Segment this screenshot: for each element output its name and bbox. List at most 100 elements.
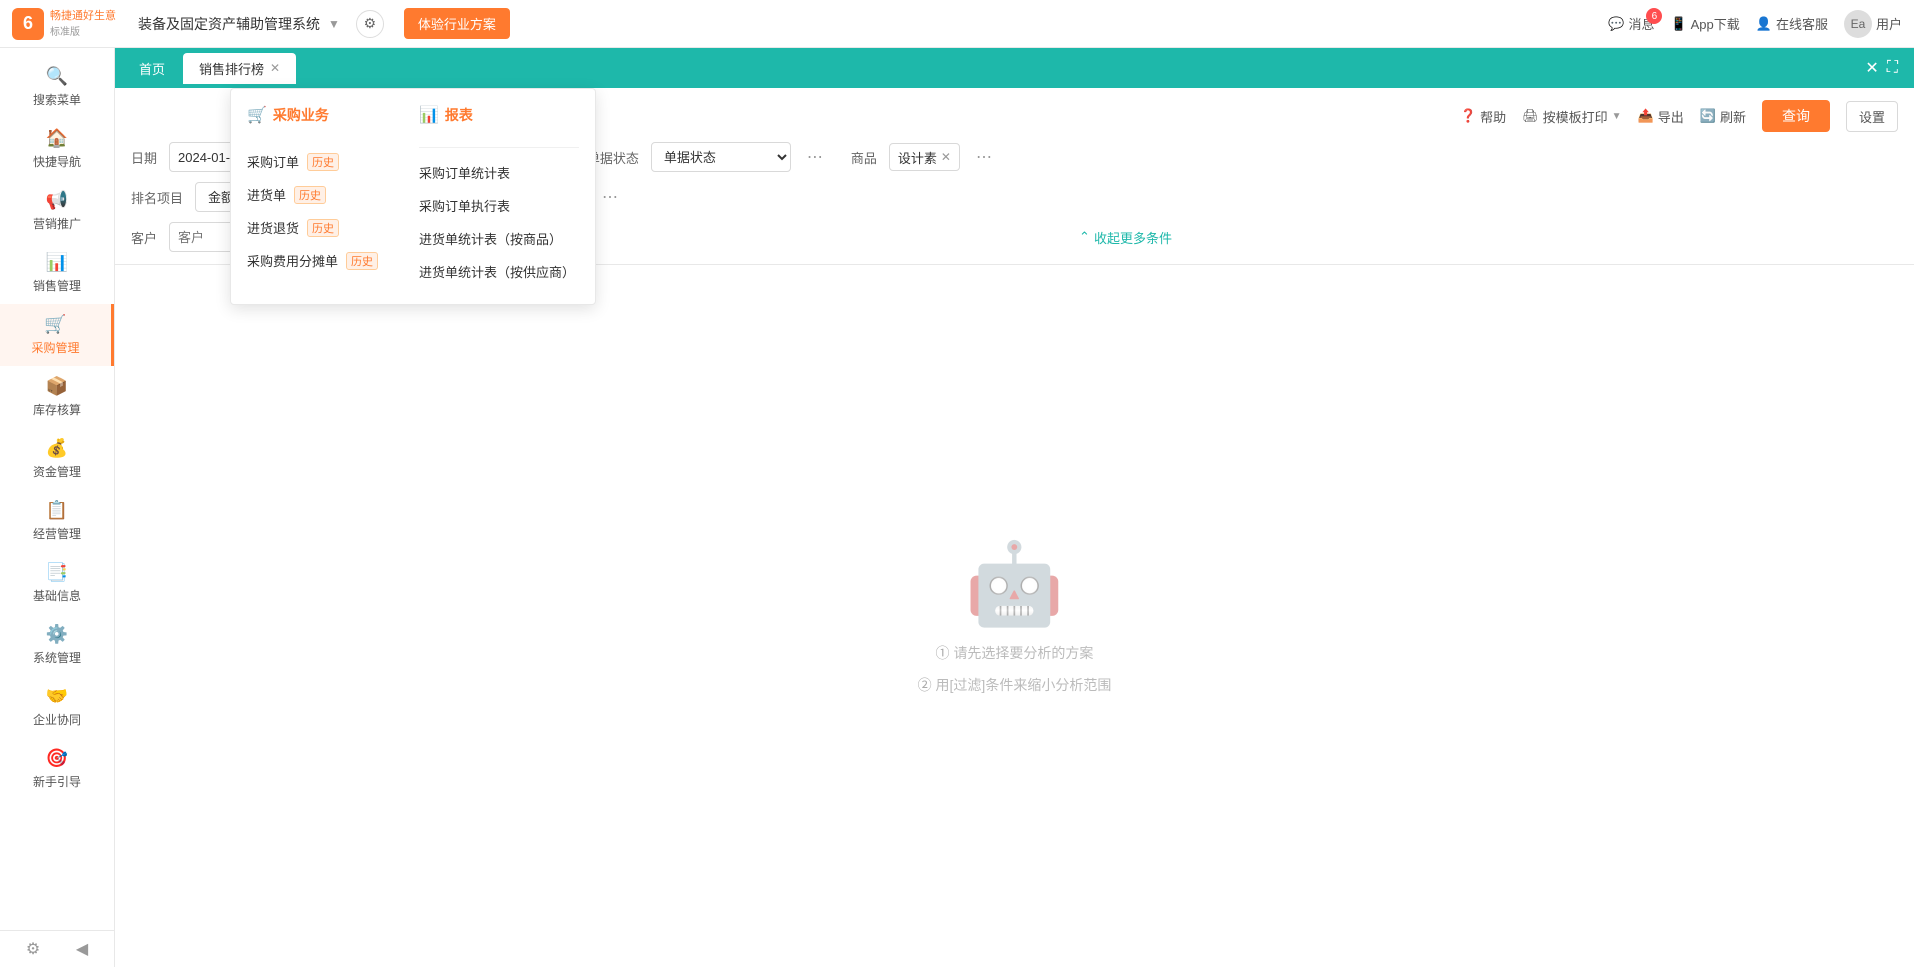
print-label: 按模板打印 xyxy=(1543,107,1608,126)
sidebar-item-newbie[interactable]: 🎯 新手引导 xyxy=(0,738,114,800)
purchase-col-title-label: 采购业务 xyxy=(273,105,329,125)
search-icon: 🔍 xyxy=(46,66,68,87)
sales-icon: 📊 xyxy=(46,252,68,273)
dropdown-purchase-title: 🛒 采购业务 xyxy=(247,105,387,133)
print-dropdown-icon[interactable]: ▼ xyxy=(1612,111,1622,122)
history-badge-1: 历史 xyxy=(307,153,339,171)
message-badge: 6 xyxy=(1646,8,1662,24)
user-label: 用户 xyxy=(1876,14,1902,33)
empty-state: 🤖 ① 请先选择要分析的方案 ② 用[过滤]条件来缩小分析范围 xyxy=(115,265,1914,967)
message-item[interactable]: 💬 消息 6 xyxy=(1608,14,1654,33)
dropdown-item-label-purchase-return: 进货退货 xyxy=(247,218,299,237)
refresh-btn[interactable]: 🔄 刷新 xyxy=(1700,107,1746,126)
top-header: 6 畅捷通好生意 标准版 装备及固定资产辅助管理系统 ▼ ⚙ 体验行业方案 💬 … xyxy=(0,0,1914,48)
sidebar-item-quicknav[interactable]: 🏠 快捷导航 xyxy=(0,118,114,180)
dropdown-purchase-col: 🛒 采购业务 采购订单 历史 进货单 历史 进货退货 历史 采购费用分摊单 xyxy=(247,105,387,288)
dropdown-item-purchase-order[interactable]: 采购订单 历史 xyxy=(247,145,387,178)
sidebar-item-basic[interactable]: 📑 基础信息 xyxy=(0,552,114,614)
goods-filter-label: 商品 xyxy=(851,148,877,167)
sidebar-label-inventory: 库存核算 xyxy=(33,401,81,418)
history-badge-2: 历史 xyxy=(294,186,326,204)
dropdown-menu: 🛒 采购业务 采购订单 历史 进货单 历史 进货退货 历史 采购费用分摊单 xyxy=(230,88,596,305)
dropdown-item-label-purchase-in: 进货单 xyxy=(247,185,286,204)
export-icon: 📤 xyxy=(1638,108,1654,124)
purchase-menu-icon: 🛒 xyxy=(247,105,267,125)
main-layout: 🔍 搜索菜单 🏠 快捷导航 📢 营销推广 📊 销售管理 🛒 采购管理 📦 库存核… xyxy=(0,48,1914,967)
sidebar-item-finance[interactable]: 💰 资金管理 xyxy=(0,428,114,490)
newbie-icon: 🎯 xyxy=(46,748,68,769)
status-filter-dots[interactable]: ⋯ xyxy=(807,147,823,167)
system-title: 装备及固定资产辅助管理系统 xyxy=(138,14,320,34)
sidebar-item-enterprise[interactable]: 🤝 企业协同 xyxy=(0,676,114,738)
collapse-btn[interactable]: ⌃ 收起更多条件 xyxy=(1079,228,1172,247)
tab-close-all-icon[interactable]: ✕ xyxy=(1865,58,1878,78)
system-icon: ⚙️ xyxy=(46,624,68,645)
industry-btn[interactable]: 体验行业方案 xyxy=(404,8,510,39)
empty-tip1: ① 请先选择要分析的方案 xyxy=(936,643,1094,663)
system-dropdown-icon[interactable]: ▼ xyxy=(328,17,340,31)
dropdown-item-purchase-fee[interactable]: 采购费用分摊单 历史 xyxy=(247,244,387,277)
collapse-label: 收起更多条件 xyxy=(1094,228,1172,247)
app-label: App下载 xyxy=(1691,14,1740,33)
marketing-icon: 📢 xyxy=(46,190,68,211)
user-avatar: Ea xyxy=(1844,10,1872,38)
system-title-area: 装备及固定资产辅助管理系统 ▼ ⚙ 体验行业方案 xyxy=(138,8,1608,39)
dropdown-item-report-3[interactable]: 进货单统计表（按商品） xyxy=(419,222,579,255)
sidebar-item-system[interactable]: ⚙️ 系统管理 xyxy=(0,614,114,676)
dropdown-item-report-4[interactable]: 进货单统计表（按供应商） xyxy=(419,255,579,288)
sidebar-item-purchase[interactable]: 🛒 采购管理 xyxy=(0,304,114,366)
sidebar-label-search: 搜索菜单 xyxy=(33,91,81,108)
app-download-item[interactable]: 📱 App下载 xyxy=(1670,14,1739,33)
tab-expand-icon[interactable]: ⛶ xyxy=(1887,59,1898,77)
sidebar-item-search[interactable]: 🔍 搜索菜单 xyxy=(0,56,114,118)
sidebar-label-operation: 经营管理 xyxy=(33,525,81,542)
dropdown-item-purchase-return[interactable]: 进货退货 历史 xyxy=(247,211,387,244)
user-item[interactable]: Ea 用户 xyxy=(1844,10,1902,38)
logo-area: 6 畅捷通好生意 标准版 xyxy=(12,8,122,40)
salesperson-filter-dots[interactable]: ⋯ xyxy=(602,187,618,207)
sidebar-item-operation[interactable]: 📋 经营管理 xyxy=(0,490,114,552)
content-area: 首页 销售排行榜 ✕ ✕ ⛶ ❓ 帮助 🖨 按模板打印 xyxy=(115,48,1914,967)
report-menu-icon: 📊 xyxy=(419,105,439,125)
dropdown-item-label-report-4: 进货单统计表（按供应商） xyxy=(419,262,575,281)
sidebar-item-sales[interactable]: 📊 销售管理 xyxy=(0,242,114,304)
sidebar-label-purchase: 采购管理 xyxy=(31,339,79,356)
goods-tag-close-icon[interactable]: ✕ xyxy=(941,150,951,164)
sidebar-item-inventory[interactable]: 📦 库存核算 xyxy=(0,366,114,428)
sidebar: 🔍 搜索菜单 🏠 快捷导航 📢 营销推广 📊 销售管理 🛒 采购管理 📦 库存核… xyxy=(0,48,115,967)
print-btn[interactable]: 🖨 按模板打印 ▼ xyxy=(1522,107,1621,126)
status-select[interactable]: 单据状态 xyxy=(651,142,791,172)
dropdown-report-col: 📊 报表 采购订单统计表 采购订单执行表 进货单统计表（按商品） 进货单统计表（… xyxy=(419,105,579,288)
export-btn[interactable]: 📤 导出 xyxy=(1638,107,1684,126)
goods-filter-dots[interactable]: ⋯ xyxy=(976,147,992,167)
filter-settings-btn[interactable]: 设置 xyxy=(1846,101,1898,132)
dropdown-item-report-1[interactable]: 采购订单统计表 xyxy=(419,156,579,189)
date-filter-label: 日期 xyxy=(131,148,157,167)
logo-icon: 6 xyxy=(12,8,44,40)
message-icon: 💬 xyxy=(1608,16,1624,32)
online-service-item[interactable]: 👤 在线客服 xyxy=(1756,14,1828,33)
query-btn[interactable]: 查询 xyxy=(1762,100,1830,132)
purchase-icon: 🛒 xyxy=(44,314,66,335)
sidebar-label-basic: 基础信息 xyxy=(33,587,81,604)
tab-home[interactable]: 首页 xyxy=(123,53,181,84)
tab-sales-rank[interactable]: 销售排行榜 ✕ xyxy=(183,53,296,84)
header-right: 💬 消息 6 📱 App下载 👤 在线客服 Ea 用户 xyxy=(1608,10,1902,38)
dropdown-report-title: 📊 报表 xyxy=(419,105,579,133)
empty-tip2: ② 用[过滤]条件来缩小分析范围 xyxy=(918,675,1112,695)
logo-text: 畅捷通好生意 xyxy=(50,9,116,23)
export-label: 导出 xyxy=(1658,107,1684,126)
tab-close-icon[interactable]: ✕ xyxy=(270,61,280,75)
dropdown-item-purchase-in[interactable]: 进货单 历史 xyxy=(247,178,387,211)
finance-icon: 💰 xyxy=(46,438,68,459)
settings-gear-icon[interactable]: ⚙ xyxy=(356,10,384,38)
sidebar-item-marketing[interactable]: 📢 营销推广 xyxy=(0,180,114,242)
tab-home-label: 首页 xyxy=(139,59,165,78)
tab-bar: 首页 销售排行榜 ✕ ✕ ⛶ xyxy=(115,48,1914,88)
sidebar-label-marketing: 营销推广 xyxy=(33,215,81,232)
sidebar-collapse-icon[interactable]: ◀ xyxy=(76,939,88,959)
dropdown-item-label-report-3: 进货单统计表（按商品） xyxy=(419,229,562,248)
help-btn[interactable]: ❓ 帮助 xyxy=(1460,107,1506,126)
dropdown-item-report-2[interactable]: 采购订单执行表 xyxy=(419,189,579,222)
sidebar-settings-icon[interactable]: ⚙ xyxy=(26,939,40,959)
